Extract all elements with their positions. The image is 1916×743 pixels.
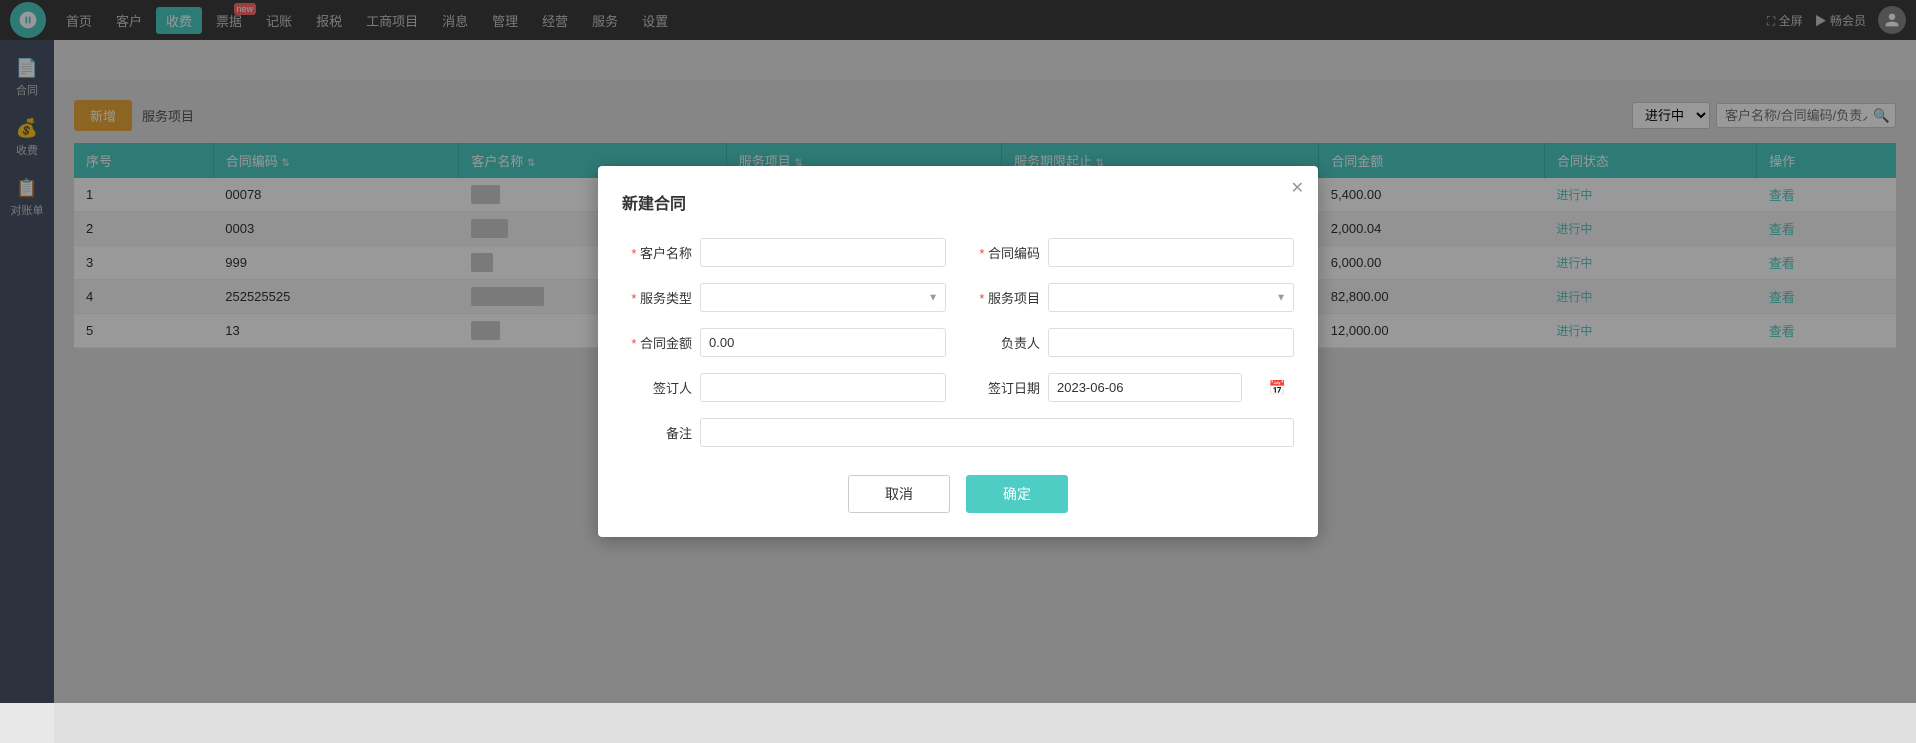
service-type-row: 服务类型 ▼ [622, 283, 946, 312]
signer-row: 签订人 [622, 373, 946, 402]
sign-date-wrap: 📅 [1048, 373, 1294, 402]
amount-row: 合同金额 [622, 328, 946, 357]
service-type-select-wrap: ▼ [700, 283, 946, 312]
amount-input[interactable] [700, 328, 946, 357]
modal-close-button[interactable]: ✕ [1291, 178, 1304, 198]
signer-label: 签订人 [622, 378, 692, 397]
confirm-button[interactable]: 确定 [966, 475, 1068, 513]
client-name-label: 客户名称 [622, 243, 692, 262]
sign-date-input[interactable] [1048, 373, 1242, 402]
cancel-button[interactable]: 取消 [848, 475, 950, 513]
modal-title: 新建合同 [622, 190, 1294, 214]
modal-footer: 取消 确定 [622, 475, 1294, 513]
modal-overlay: 新建合同 ✕ 客户名称 合同编码 服务类型 ▼ [0, 0, 1916, 703]
amount-label: 合同金额 [622, 333, 692, 352]
contract-no-label: 合同编码 [970, 243, 1040, 262]
service-item-select[interactable] [1048, 283, 1294, 312]
contract-no-input[interactable] [1048, 238, 1294, 267]
service-item-label: 服务项目 [970, 288, 1040, 307]
calendar-icon: 📅 [1269, 379, 1286, 396]
sign-date-row: 签订日期 📅 [970, 373, 1294, 402]
person-input[interactable] [1048, 328, 1294, 357]
service-type-select[interactable] [700, 283, 946, 312]
client-name-row: 客户名称 [622, 238, 946, 267]
service-type-label: 服务类型 [622, 288, 692, 307]
service-item-row: 服务项目 ▼ [970, 283, 1294, 312]
person-row: 负责人 [970, 328, 1294, 357]
signer-input[interactable] [700, 373, 946, 402]
remark-input[interactable] [700, 418, 1294, 447]
service-item-select-wrap: ▼ [1048, 283, 1294, 312]
sign-date-label: 签订日期 [970, 378, 1040, 397]
person-label: 负责人 [970, 333, 1040, 352]
modal-form: 客户名称 合同编码 服务类型 ▼ 服务项目 [622, 238, 1294, 447]
new-contract-modal: 新建合同 ✕ 客户名称 合同编码 服务类型 ▼ [598, 166, 1318, 537]
remark-row: 备注 [622, 418, 1294, 447]
client-name-input[interactable] [700, 238, 946, 267]
contract-no-row: 合同编码 [970, 238, 1294, 267]
remark-label: 备注 [622, 423, 692, 442]
